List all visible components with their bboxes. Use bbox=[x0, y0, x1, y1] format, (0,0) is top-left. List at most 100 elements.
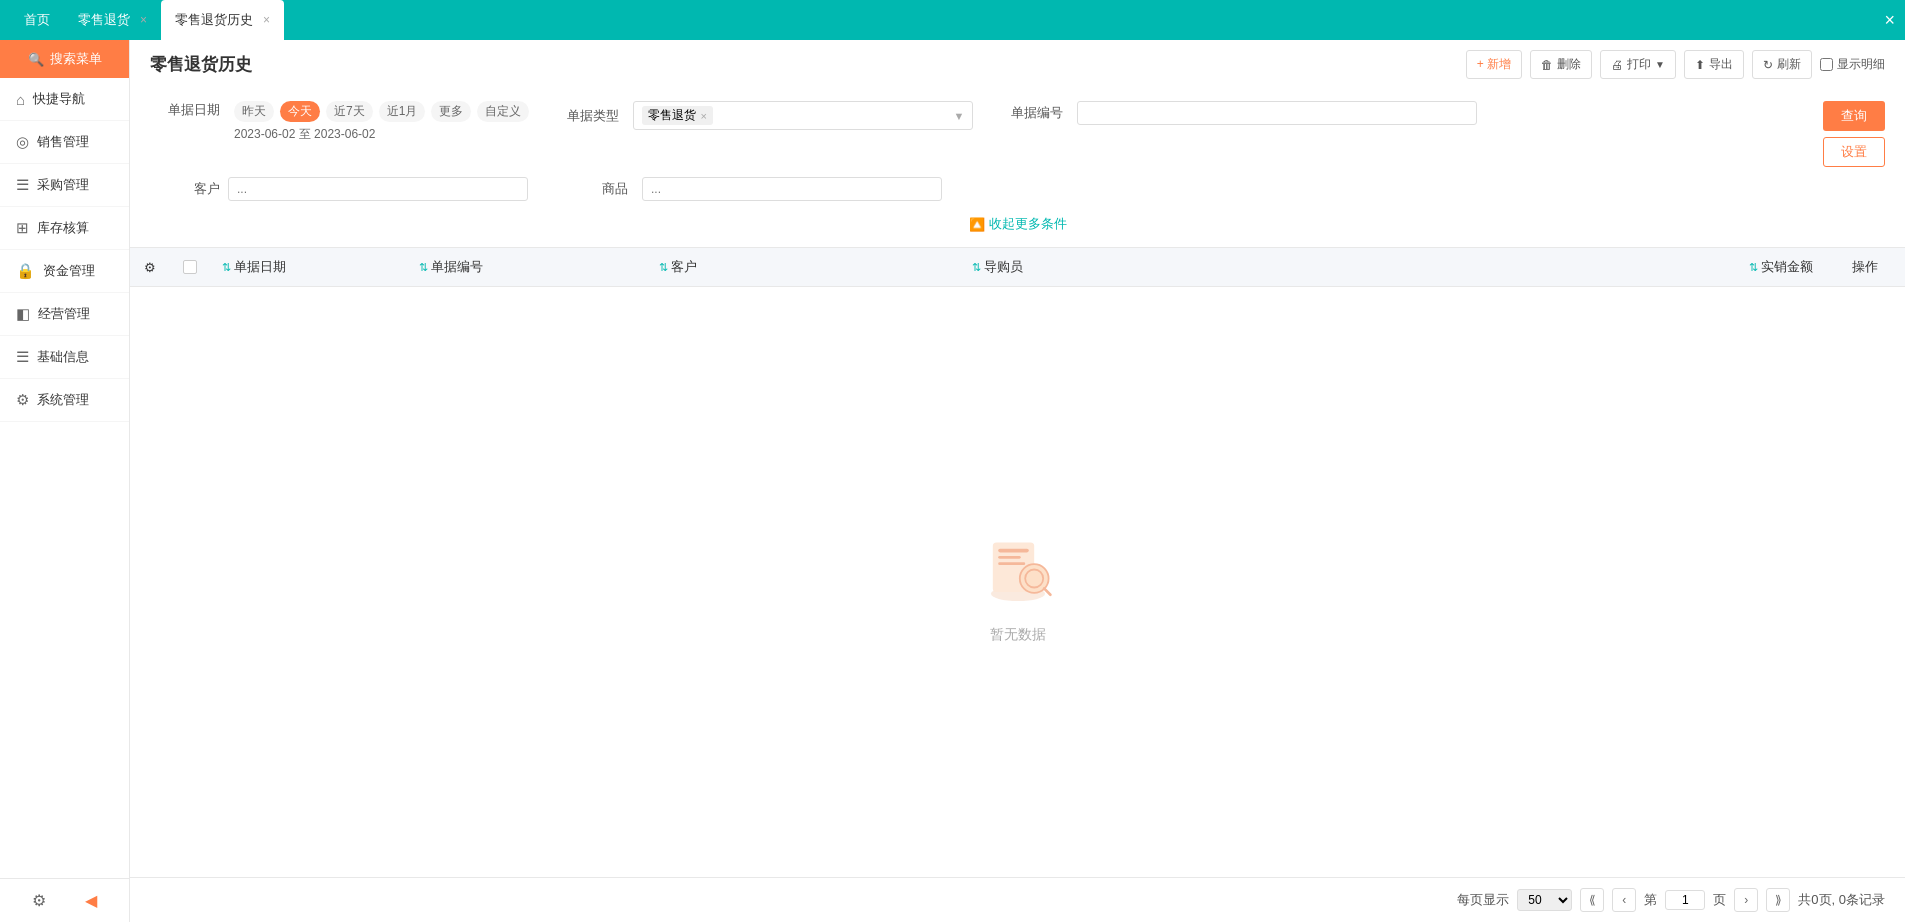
sidebar-item-purchase-mgmt[interactable]: ☰ 采购管理 bbox=[0, 164, 129, 207]
collapse-sidebar-icon[interactable]: ◀ bbox=[85, 891, 97, 910]
sidebar-item-operations[interactable]: ◧ 经营管理 bbox=[0, 293, 129, 336]
sidebar-label-sales-mgmt: 销售管理 bbox=[37, 133, 89, 151]
date-pill-1month[interactable]: 近1月 bbox=[379, 101, 426, 122]
th-customer[interactable]: ⇅ 客户 bbox=[647, 250, 959, 284]
tab-retail-return-history[interactable]: 零售退货历史 × bbox=[161, 0, 284, 40]
sidebar-search-label: 搜索菜单 bbox=[50, 50, 102, 68]
collapse-icon: 🔼 bbox=[969, 217, 985, 232]
tab-retail-return[interactable]: 零售退货 × bbox=[64, 0, 161, 40]
tab-retail-return-history-close[interactable]: × bbox=[263, 13, 270, 27]
page-number-input[interactable] bbox=[1665, 890, 1705, 910]
page-prev-button[interactable]: ‹ bbox=[1612, 888, 1636, 912]
table-header: ⚙ ⇅ 单据日期 ⇅ 单据编号 ⇅ 客户 ⇅ bbox=[130, 247, 1905, 287]
th-operate-label: 操作 bbox=[1852, 258, 1878, 276]
settings-button[interactable]: 设置 bbox=[1823, 137, 1885, 167]
bill-no-input[interactable] bbox=[1077, 101, 1477, 125]
settings-gear-icon[interactable]: ⚙ bbox=[32, 891, 46, 910]
page-last-button[interactable]: ⟫ bbox=[1766, 888, 1790, 912]
sidebar-label-operations: 经营管理 bbox=[38, 305, 90, 323]
delete-button[interactable]: 🗑 删除 bbox=[1530, 50, 1592, 79]
tab-home-label: 首页 bbox=[24, 11, 50, 29]
select-all-checkbox[interactable] bbox=[183, 260, 197, 274]
sidebar: 🔍 搜索菜单 ⌂ 快捷导航 ◎ 销售管理 ☰ 采购管理 ⊞ 库存核算 🔒 资金管… bbox=[0, 40, 130, 922]
sidebar-item-basic-info[interactable]: ☰ 基础信息 bbox=[0, 336, 129, 379]
collapse-label: 收起更多条件 bbox=[989, 215, 1067, 233]
export-label: 导出 bbox=[1709, 56, 1733, 73]
empty-text: 暂无数据 bbox=[990, 626, 1046, 644]
bill-type-tag-close[interactable]: × bbox=[700, 110, 706, 122]
sort-guide-icon: ⇅ bbox=[972, 261, 981, 274]
th-spacer bbox=[1200, 259, 1657, 275]
main-layout: 🔍 搜索菜单 ⌂ 快捷导航 ◎ 销售管理 ☰ 采购管理 ⊞ 库存核算 🔒 资金管… bbox=[0, 40, 1905, 922]
query-button[interactable]: 查询 bbox=[1823, 101, 1885, 131]
th-date[interactable]: ⇅ 单据日期 bbox=[210, 250, 407, 284]
date-pill-7days[interactable]: 近7天 bbox=[326, 101, 373, 122]
column-settings-icon[interactable]: ⚙ bbox=[144, 260, 156, 275]
content-area: 零售退货历史 + 新增 🗑 删除 🖨 打印 ▼ ⬆ bbox=[130, 40, 1905, 922]
new-button[interactable]: + 新增 bbox=[1466, 50, 1522, 79]
page-next-button[interactable]: › bbox=[1734, 888, 1758, 912]
th-guide-label: 导购员 bbox=[984, 258, 1023, 276]
th-checkbox[interactable] bbox=[170, 252, 210, 282]
tab-retail-return-close[interactable]: × bbox=[140, 13, 147, 27]
th-bill-no[interactable]: ⇅ 单据编号 bbox=[407, 250, 647, 284]
filter-row-1: 单据日期 昨天 今天 近7天 近1月 更多 自定义 2023-06-02 至 2… bbox=[150, 101, 1885, 167]
tab-retail-return-label: 零售退货 bbox=[78, 11, 130, 29]
goods-input[interactable] bbox=[642, 177, 942, 201]
sidebar-item-sales-mgmt[interactable]: ◎ 销售管理 bbox=[0, 121, 129, 164]
window-close-button[interactable]: × bbox=[1884, 10, 1895, 31]
empty-state: 暂无数据 bbox=[130, 287, 1905, 877]
toolbar-buttons: + 新增 🗑 删除 🖨 打印 ▼ ⬆ 导出 bbox=[1466, 50, 1885, 79]
th-customer-label: 客户 bbox=[671, 258, 697, 276]
export-icon: ⬆ bbox=[1695, 58, 1705, 72]
th-amount[interactable]: ⇅ 实销金额 bbox=[1657, 250, 1825, 284]
date-pills: 昨天 今天 近7天 近1月 更多 自定义 bbox=[234, 101, 529, 122]
th-settings[interactable]: ⚙ bbox=[130, 252, 170, 283]
date-pill-yesterday[interactable]: 昨天 bbox=[234, 101, 274, 122]
date-pill-today[interactable]: 今天 bbox=[280, 101, 320, 122]
filter-row-2: 客户 商品 bbox=[150, 177, 1885, 201]
print-dropdown-icon: ▼ bbox=[1655, 59, 1665, 70]
page-end-label: 页 bbox=[1713, 891, 1726, 909]
display-detail-checkbox[interactable] bbox=[1820, 58, 1833, 71]
sidebar-search[interactable]: 🔍 搜索菜单 bbox=[0, 40, 129, 78]
query-button-label: 查询 bbox=[1841, 108, 1867, 123]
top-nav-bar: 首页 零售退货 × 零售退货历史 × × bbox=[0, 0, 1905, 40]
th-amount-label: 实销金额 bbox=[1761, 258, 1813, 276]
inventory-icon: ⊞ bbox=[16, 219, 29, 237]
date-label: 单据日期 bbox=[150, 101, 220, 119]
filter-area: 单据日期 昨天 今天 近7天 近1月 更多 自定义 2023-06-02 至 2… bbox=[150, 91, 1885, 247]
sidebar-item-finance[interactable]: 🔒 资金管理 bbox=[0, 250, 129, 293]
export-button[interactable]: ⬆ 导出 bbox=[1684, 50, 1744, 79]
bill-type-select[interactable]: 零售退货 × ▼ bbox=[633, 101, 973, 130]
date-pill-custom[interactable]: 自定义 bbox=[477, 101, 529, 122]
tab-retail-return-history-label: 零售退货历史 bbox=[175, 11, 253, 29]
print-button[interactable]: 🖨 打印 ▼ bbox=[1600, 50, 1676, 79]
sidebar-item-inventory[interactable]: ⊞ 库存核算 bbox=[0, 207, 129, 250]
collapse-row: 🔼 收起更多条件 bbox=[150, 205, 1885, 237]
svg-rect-4 bbox=[998, 562, 1025, 565]
svg-rect-2 bbox=[998, 549, 1029, 553]
operations-icon: ◧ bbox=[16, 305, 30, 323]
refresh-button[interactable]: ↻ 刷新 bbox=[1752, 50, 1812, 79]
tab-home[interactable]: 首页 bbox=[10, 0, 64, 40]
customer-label: 客户 bbox=[150, 180, 220, 198]
date-range: 2023-06-02 至 2023-06-02 bbox=[234, 126, 529, 143]
per-page-select[interactable]: 50 100 200 bbox=[1517, 889, 1572, 911]
th-guide[interactable]: ⇅ 导购员 bbox=[960, 250, 1200, 284]
print-label: 打印 bbox=[1627, 56, 1651, 73]
customer-input[interactable] bbox=[228, 177, 528, 201]
sidebar-item-system[interactable]: ⚙ 系统管理 bbox=[0, 379, 129, 422]
search-icon: 🔍 bbox=[28, 52, 44, 67]
sort-customer-icon: ⇅ bbox=[659, 261, 668, 274]
bill-type-tag: 零售退货 × bbox=[642, 106, 712, 125]
display-detail-toggle[interactable]: 显示明细 bbox=[1820, 56, 1885, 73]
sidebar-item-quick-nav[interactable]: ⌂ 快捷导航 bbox=[0, 78, 129, 121]
date-pill-more[interactable]: 更多 bbox=[431, 101, 471, 122]
per-page-label: 每页显示 bbox=[1457, 891, 1509, 909]
sort-date-icon: ⇅ bbox=[222, 261, 231, 274]
page-first-button[interactable]: ⟪ bbox=[1580, 888, 1604, 912]
collapse-button[interactable]: 🔼 收起更多条件 bbox=[953, 211, 1083, 237]
system-icon: ⚙ bbox=[16, 391, 29, 409]
sidebar-bottom: ⚙ ◀ bbox=[0, 878, 129, 922]
